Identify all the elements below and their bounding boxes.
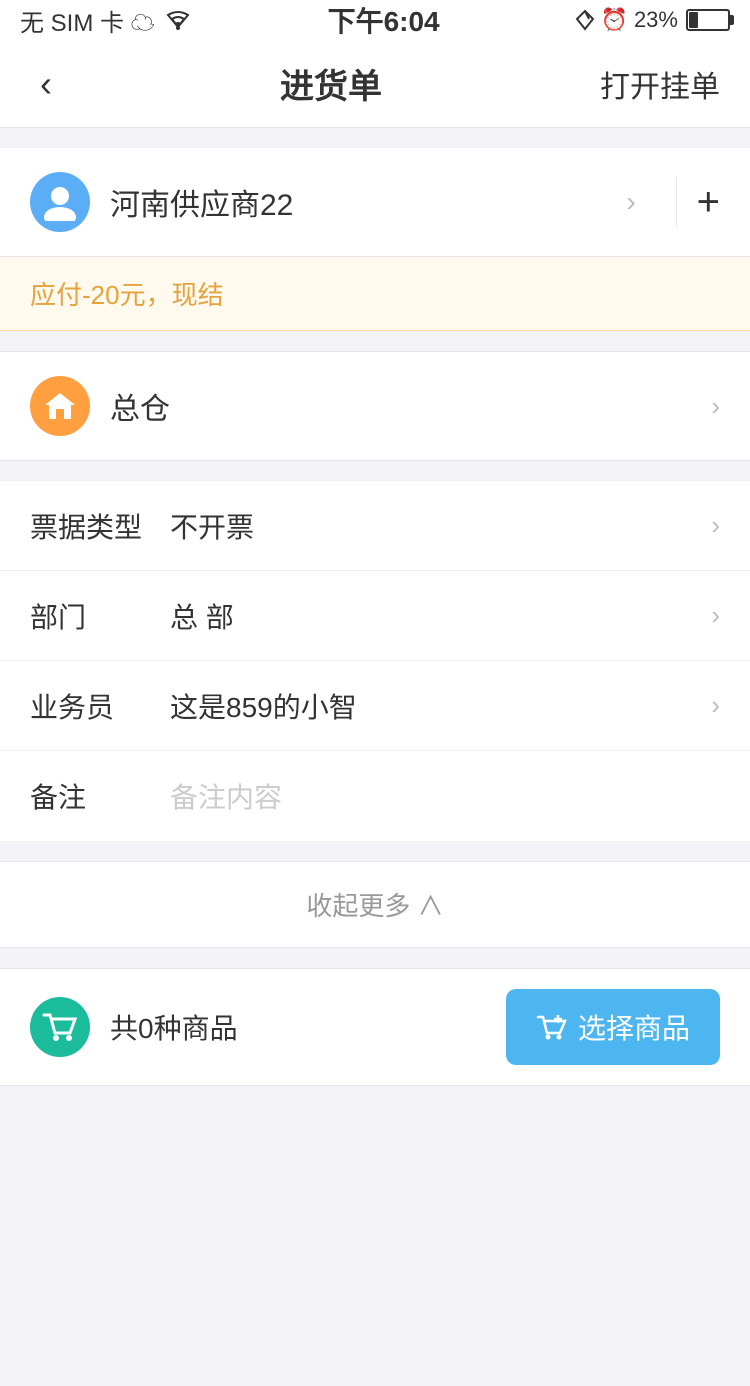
note-input[interactable]: 备注内容 bbox=[170, 776, 720, 816]
battery-icon bbox=[686, 9, 730, 31]
form-row-note[interactable]: 备注 备注内容 bbox=[0, 751, 750, 841]
salesperson-chevron-icon: › bbox=[711, 690, 720, 721]
select-product-label: 选择商品 bbox=[578, 1007, 690, 1047]
supplier-chevron-icon: › bbox=[626, 186, 635, 218]
battery-percent: 23% bbox=[634, 7, 678, 33]
warehouse-row[interactable]: 总仓 › bbox=[0, 351, 750, 461]
invoice-type-value: 不开票 bbox=[170, 506, 711, 546]
product-bar: 共0种商品 选择商品 bbox=[0, 968, 750, 1086]
alarm-icon: ⏰ bbox=[601, 7, 628, 33]
status-time: 下午6:04 bbox=[328, 0, 440, 40]
salesperson-label: 业务员 bbox=[30, 686, 150, 726]
department-value: 总 部 bbox=[170, 596, 711, 636]
signal-text: 无 SIM 卡 ☁ bbox=[20, 3, 155, 38]
supplier-avatar bbox=[30, 172, 90, 232]
add-supplier-button[interactable]: + bbox=[697, 180, 720, 225]
location-icon bbox=[575, 9, 595, 31]
nav-bar: ‹ 进货单 打开挂单 bbox=[0, 40, 750, 128]
bottom-fill bbox=[0, 1086, 750, 1386]
house-icon bbox=[43, 391, 77, 421]
select-cart-icon bbox=[536, 1013, 568, 1041]
salesperson-value: 这是859的小智 bbox=[170, 686, 711, 726]
select-product-button[interactable]: 选择商品 bbox=[506, 989, 720, 1065]
wifi-icon bbox=[163, 9, 193, 31]
status-right: ⏰ 23% bbox=[575, 7, 730, 33]
gap-1 bbox=[0, 128, 750, 148]
status-left: 无 SIM 卡 ☁ bbox=[20, 3, 193, 38]
open-pending-button[interactable]: 打开挂单 bbox=[600, 62, 720, 106]
form-row-invoice-type[interactable]: 票据类型 不开票 › bbox=[0, 481, 750, 571]
page-title: 进货单 bbox=[280, 59, 382, 108]
invoice-type-label: 票据类型 bbox=[30, 506, 150, 546]
supplier-name: 河南供应商22 bbox=[110, 180, 626, 224]
vertical-divider bbox=[676, 177, 677, 227]
invoice-type-chevron-icon: › bbox=[711, 510, 720, 541]
back-button[interactable]: ‹ bbox=[30, 53, 62, 115]
note-label: 备注 bbox=[30, 776, 150, 816]
warehouse-chevron-icon: › bbox=[711, 391, 720, 422]
warehouse-name: 总仓 bbox=[110, 384, 711, 428]
product-count: 共0种商品 bbox=[110, 1007, 506, 1047]
cart-icon bbox=[42, 1011, 78, 1043]
department-chevron-icon: › bbox=[711, 600, 720, 631]
supplier-row[interactable]: 河南供应商22 › + bbox=[0, 148, 750, 257]
warehouse-icon bbox=[30, 376, 90, 436]
form-row-salesperson[interactable]: 业务员 这是859的小智 › bbox=[0, 661, 750, 751]
notice-banner: 应付-20元，现结 bbox=[0, 257, 750, 331]
person-icon bbox=[41, 183, 79, 221]
form-row-department[interactable]: 部门 总 部 › bbox=[0, 571, 750, 661]
department-label: 部门 bbox=[30, 596, 150, 636]
form-section: 票据类型 不开票 › 部门 总 部 › 业务员 这是859的小智 › 备注 备注… bbox=[0, 481, 750, 841]
collapse-button[interactable]: 收起更多 ∧ bbox=[0, 861, 750, 948]
status-bar: 无 SIM 卡 ☁ 下午6:04 ⏰ 23% bbox=[0, 0, 750, 40]
product-icon bbox=[30, 997, 90, 1057]
